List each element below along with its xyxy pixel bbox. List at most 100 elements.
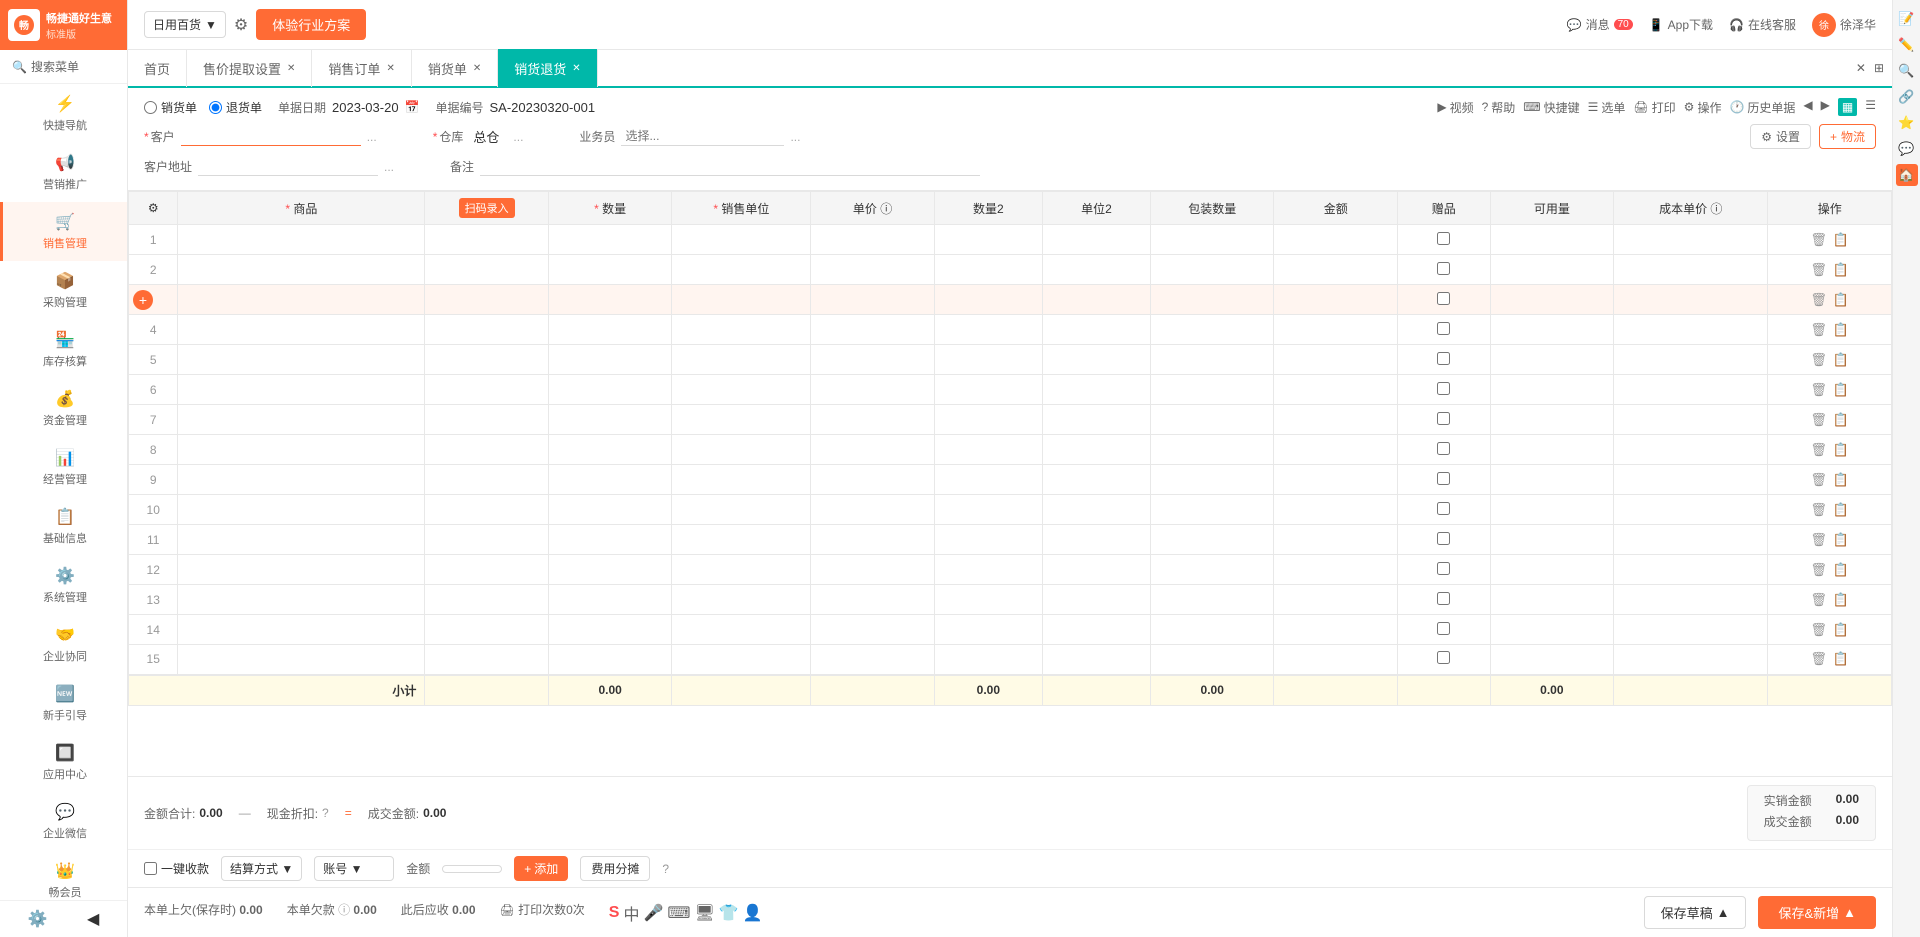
sidebar-item-member[interactable]: 👑 畅会员	[0, 851, 127, 900]
search-menu[interactable]: 🔍 搜索菜单	[0, 50, 127, 84]
tab-sales-return-close[interactable]: ✕	[572, 63, 580, 74]
row-2-gift-checkbox[interactable]	[1437, 262, 1450, 275]
tab-home[interactable]: 首页	[128, 49, 187, 87]
experience-btn[interactable]: 体验行业方案	[256, 9, 366, 40]
row-2-pack-qty[interactable]	[1150, 255, 1274, 285]
radio-return[interactable]: 退货单	[209, 99, 262, 116]
save-new-btn[interactable]: 保存&新增 ▲	[1758, 896, 1876, 929]
add-row-btn[interactable]: +	[133, 290, 153, 310]
customer-dotted[interactable]: ...	[367, 130, 377, 144]
row-10-copy-btn[interactable]: 📋	[1833, 502, 1849, 518]
right-icon-active[interactable]: 🏠	[1896, 164, 1918, 186]
sidebar-item-wechat[interactable]: 💬 企业微信	[0, 792, 127, 851]
tab-close-all-icon[interactable]: ✕	[1856, 61, 1866, 75]
tab-sales-order[interactable]: 销售订单 ✕	[312, 49, 411, 87]
tab-sales[interactable]: 销货单 ✕	[412, 49, 498, 87]
tab-price-settings-close[interactable]: ✕	[287, 63, 295, 74]
row-2-amount[interactable]	[1274, 255, 1398, 285]
row-1-delete-btn[interactable]: 🗑	[1810, 232, 1827, 248]
row-1-quantity[interactable]	[548, 225, 672, 255]
account-select[interactable]: 账号 ▼	[314, 856, 394, 881]
toolbar-help[interactable]: ? 帮助	[1482, 98, 1516, 116]
salesperson-dotted[interactable]: ...	[790, 130, 800, 144]
row-3-cost-price[interactable]	[1614, 285, 1768, 315]
tab-price-settings[interactable]: 售价提取设置 ✕	[187, 49, 312, 87]
sidebar-item-system[interactable]: ⚙️ 系统管理	[0, 556, 127, 615]
th-scan[interactable]: 扫码录入	[425, 192, 549, 225]
sidebar-item-newuser[interactable]: 🆕 新手引导	[0, 674, 127, 733]
row-3-gift[interactable]	[1397, 285, 1490, 315]
th-settings[interactable]: ⚙	[129, 192, 178, 225]
sidebar-item-enterprise[interactable]: 🤝 企业协同	[0, 615, 127, 674]
row-14-copy-btn[interactable]: 📋	[1833, 622, 1849, 638]
row-5-copy-btn[interactable]: 📋	[1833, 352, 1849, 368]
toolbar-prev-icon[interactable]: ◀	[1803, 98, 1812, 116]
equals-btn[interactable]: =	[345, 806, 352, 820]
sidebar-item-marketing[interactable]: 📢 营销推广	[0, 143, 127, 202]
right-icon-edit[interactable]: ✏️	[1896, 34, 1918, 56]
row-1-gift[interactable]	[1397, 225, 1490, 255]
row-2-gift[interactable]	[1397, 255, 1490, 285]
row-7-delete-btn[interactable]: 🗑	[1810, 412, 1827, 428]
scan-btn[interactable]: 扫码录入	[459, 198, 515, 218]
app-download-btn[interactable]: 📱 App下载	[1649, 16, 1713, 33]
toolbar-operate[interactable]: ⚙ 操作	[1684, 98, 1722, 116]
row-6-delete-btn[interactable]: 🗑	[1810, 382, 1827, 398]
salesperson-input[interactable]	[621, 127, 784, 146]
row-3-product-input[interactable]	[182, 292, 420, 307]
question-icon[interactable]: ?	[322, 806, 329, 820]
row-12-copy-btn[interactable]: 📋	[1833, 562, 1849, 578]
toolbar-grid-icon[interactable]: ▦	[1838, 98, 1857, 116]
sidebar-item-apps[interactable]: 🔲 应用中心	[0, 733, 127, 792]
right-icon-notes[interactable]: 📝	[1896, 8, 1918, 30]
toolbar-next-icon[interactable]: ▶	[1821, 98, 1830, 116]
row-1-qty2[interactable]	[934, 225, 1042, 255]
row-3-delete-btn[interactable]: 🗑	[1810, 292, 1827, 308]
row-3-gift-checkbox[interactable]	[1437, 292, 1450, 305]
row-8-copy-btn[interactable]: 📋	[1833, 442, 1849, 458]
settings-gear-icon[interactable]: ⚙	[234, 15, 248, 35]
row-2-unit-price[interactable]	[811, 255, 935, 285]
sidebar-item-inventory[interactable]: 🏪 库存核算	[0, 320, 127, 379]
row-1-sales-unit[interactable]	[672, 225, 811, 255]
row-2-unit2[interactable]	[1042, 255, 1150, 285]
row-9-delete-btn[interactable]: 🗑	[1810, 472, 1827, 488]
row-2-qty2[interactable]	[934, 255, 1042, 285]
row-5-delete-btn[interactable]: 🗑	[1810, 352, 1827, 368]
logistics-btn[interactable]: + 物流	[1819, 124, 1876, 149]
sidebar-item-finance[interactable]: 💰 资金管理	[0, 379, 127, 438]
settings-btn[interactable]: ⚙ 设置	[1750, 124, 1811, 149]
expense-split-btn[interactable]: 费用分摊	[580, 856, 650, 881]
row-3-copy-btn[interactable]: 📋	[1833, 292, 1849, 308]
row-13-copy-btn[interactable]: 📋	[1833, 592, 1849, 608]
row-3-pack-qty[interactable]	[1150, 285, 1274, 315]
row-2-available[interactable]	[1490, 255, 1614, 285]
row-3-qty2[interactable]	[934, 285, 1042, 315]
row-3-amount[interactable]	[1274, 285, 1398, 315]
row-2-cost-price[interactable]	[1614, 255, 1768, 285]
row-11-delete-btn[interactable]: 🗑	[1810, 532, 1827, 548]
row-1-product[interactable]	[178, 225, 425, 255]
row-1-amount[interactable]	[1274, 225, 1398, 255]
collapse-icon[interactable]: ◀	[87, 909, 99, 929]
note-input[interactable]	[480, 157, 980, 176]
radio-sales-input[interactable]	[144, 101, 157, 114]
row-1-pack-qty[interactable]	[1150, 225, 1274, 255]
row-8-delete-btn[interactable]: 🗑	[1810, 442, 1827, 458]
row-10-delete-btn[interactable]: 🗑	[1810, 502, 1827, 518]
row-4-delete-btn[interactable]: 🗑	[1810, 322, 1827, 338]
tab-expand-icon[interactable]: ⊞	[1874, 61, 1884, 75]
row-3-product[interactable]	[178, 285, 425, 315]
industry-selector[interactable]: 日用百货 ▼	[144, 11, 226, 38]
warehouse-dotted[interactable]: ...	[513, 130, 523, 144]
radio-sales[interactable]: 销货单	[144, 99, 197, 116]
row-7-copy-btn[interactable]: 📋	[1833, 412, 1849, 428]
one-click-payment-input[interactable]	[144, 862, 157, 875]
row-2-delete-btn[interactable]: 🗑	[1810, 262, 1827, 278]
right-icon-search[interactable]: 🔍	[1896, 60, 1918, 82]
right-icon-link[interactable]: 🔗	[1896, 86, 1918, 108]
row-3-unit2[interactable]	[1042, 285, 1150, 315]
user-profile[interactable]: 徐 徐泽华	[1812, 13, 1876, 37]
row-3-sales-unit[interactable]	[672, 285, 811, 315]
row-13-delete-btn[interactable]: 🗑	[1810, 592, 1827, 608]
